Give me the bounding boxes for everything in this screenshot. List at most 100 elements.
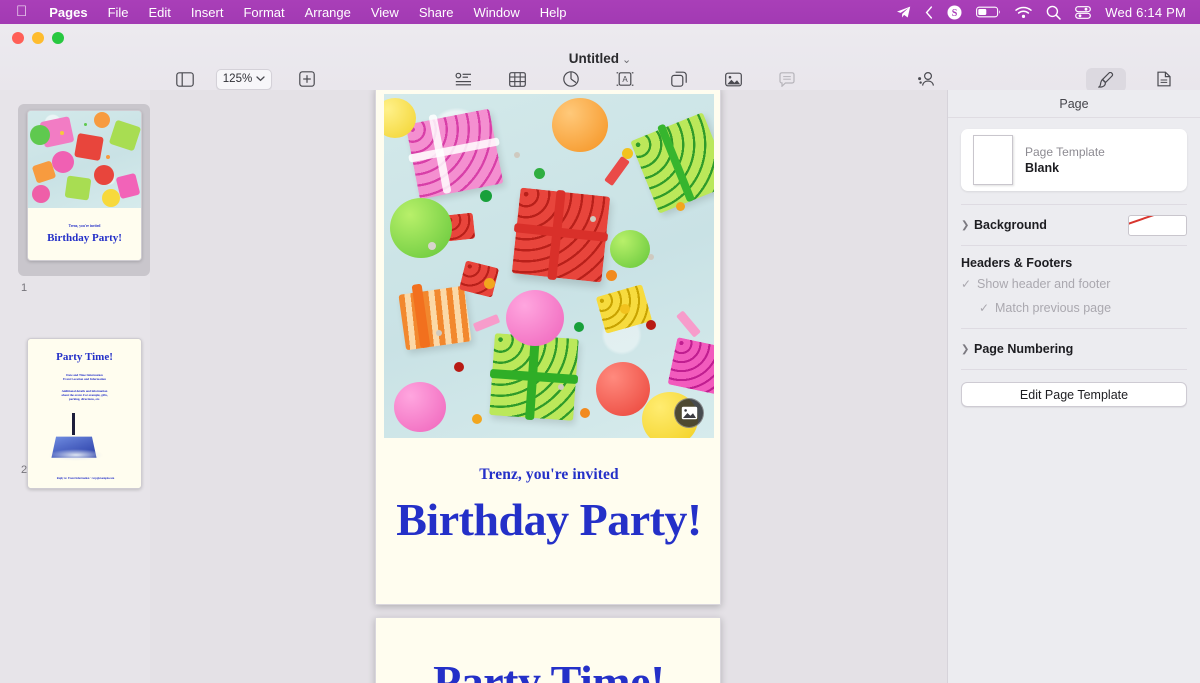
zoom-icon: 125% xyxy=(216,68,272,90)
show-header-footer-label: Show header and footer xyxy=(977,277,1110,291)
zoom-value: 125% xyxy=(223,73,252,85)
page-template-card[interactable]: Page Template Blank xyxy=(961,129,1187,191)
menu-item-share[interactable]: Share xyxy=(409,5,464,20)
thumbnail-page-2-footer: Reply to: Event Information · rsvp@examp… xyxy=(28,477,142,480)
thumbnail-page-1-title: Birthday Party! xyxy=(47,232,122,244)
add-page-icon xyxy=(299,68,315,90)
svg-text:S: S xyxy=(952,8,958,19)
table-icon xyxy=(509,68,526,90)
window-controls xyxy=(12,32,64,44)
document-title-text: Untitled xyxy=(569,51,619,66)
pages-window: Untitled⌄ View 125% Zoom xyxy=(0,24,1200,683)
menu-item-window[interactable]: Window xyxy=(464,5,530,20)
inspector-divider-1 xyxy=(961,204,1187,205)
text-icon: A xyxy=(616,68,634,90)
page-numbering-label: Page Numbering xyxy=(974,342,1073,356)
svg-text:A: A xyxy=(622,75,628,84)
chevron-right-icon[interactable]: ❯ xyxy=(961,220,974,231)
comment-icon xyxy=(779,68,795,90)
page-template-label: Page Template xyxy=(1025,145,1105,159)
image-placeholder-icon[interactable] xyxy=(674,398,704,428)
wifi-icon[interactable] xyxy=(1015,6,1032,19)
paintbrush-icon xyxy=(1086,68,1126,92)
document-canvas[interactable]: Trenz, you're invited Birthday Party! Pa… xyxy=(150,90,947,683)
checkmark-icon: ✓ xyxy=(961,277,977,291)
document-page-1[interactable]: Trenz, you're invited Birthday Party! xyxy=(375,90,721,605)
menu-item-pages[interactable]: Pages xyxy=(39,5,97,20)
thumbnail-page-2-number: 2 xyxy=(21,464,27,476)
menu-item-format[interactable]: Format xyxy=(233,5,294,20)
menu-item-help[interactable]: Help xyxy=(530,5,577,20)
chevron-down-icon xyxy=(256,76,265,82)
menu-bar:  Pages File Edit Insert Format Arrange … xyxy=(0,0,1200,24)
page-thumbnails-sidebar[interactable]: Trenz, you're invited Birthday Party! 1 … xyxy=(0,90,150,683)
edit-page-template-button[interactable]: Edit Page Template xyxy=(961,382,1187,407)
media-icon xyxy=(725,68,742,90)
inspector-divider-4 xyxy=(961,369,1187,370)
s-badge-icon[interactable]: S xyxy=(947,5,962,20)
thumbnail-page-1-text: Trenz, you're invited Birthday Party! xyxy=(28,208,141,260)
chart-icon xyxy=(563,68,579,90)
no-fill-slash-icon xyxy=(1128,215,1187,227)
inspector-header: Page xyxy=(948,90,1200,118)
party-time-title[interactable]: Party Time! xyxy=(433,658,665,683)
match-previous-page-checkbox[interactable]: ✓ Match previous page xyxy=(948,296,1200,320)
thumbnail-page-1-number: 1 xyxy=(21,282,27,294)
control-center-icon[interactable] xyxy=(1075,6,1091,19)
background-label: Background xyxy=(974,218,1047,232)
page-template-thumbnail xyxy=(973,135,1013,185)
menu-item-edit[interactable]: Edit xyxy=(139,5,181,20)
inspector-divider-2 xyxy=(961,245,1187,246)
chevron-right-icon[interactable]: ❯ xyxy=(961,344,974,355)
format-inspector-panel[interactable]: Page Page Template Blank ❯ Background He… xyxy=(947,90,1200,683)
thumbnail-page-1-photo xyxy=(28,111,141,208)
maximize-button[interactable] xyxy=(52,32,64,44)
document-icon xyxy=(1157,68,1171,90)
show-header-footer-checkbox[interactable]: ✓ Show header and footer xyxy=(948,272,1200,296)
collaborate-icon xyxy=(917,68,936,90)
sidebar-icon xyxy=(176,68,194,90)
page-numbering-row[interactable]: ❯ Page Numbering xyxy=(948,332,1200,366)
page-2-text-block[interactable]: Party Time! xyxy=(384,626,714,683)
insert-icon xyxy=(455,68,472,90)
apple-menu-icon[interactable]:  xyxy=(8,4,39,21)
zoom-dropdown[interactable]: 125% xyxy=(216,69,272,90)
thumbnail-page-1[interactable]: Trenz, you're invited Birthday Party! xyxy=(27,110,142,261)
page-1-image[interactable] xyxy=(384,94,714,438)
chevron-down-icon[interactable]: ⌄ xyxy=(622,54,631,66)
document-title[interactable]: Untitled⌄ xyxy=(0,51,1200,66)
menu-bar-clock[interactable]: Wed 6:14 PM xyxy=(1105,5,1186,20)
chevron-left-icon[interactable] xyxy=(925,6,933,19)
search-icon[interactable] xyxy=(1046,5,1061,20)
thumbnail-page-1-subtitle: Trenz, you're invited xyxy=(69,224,101,228)
background-row[interactable]: ❯ Background xyxy=(948,208,1200,242)
page-template-value: Blank xyxy=(1025,161,1105,175)
close-button[interactable] xyxy=(12,32,24,44)
battery-icon[interactable] xyxy=(976,6,1001,18)
match-previous-page-label: Match previous page xyxy=(995,301,1111,315)
menu-bar-status-area: S Wed 6:14 PM xyxy=(896,5,1192,20)
minimize-button[interactable] xyxy=(32,32,44,44)
menu-item-arrange[interactable]: Arrange xyxy=(295,5,361,20)
menu-item-file[interactable]: File xyxy=(98,5,139,20)
thumbnail-page-2-line5: parking, directions, etc. xyxy=(69,397,100,401)
thumbnail-page-2-candle xyxy=(72,413,75,435)
document-page-2[interactable]: Party Time! xyxy=(375,617,721,683)
inspector-divider-3 xyxy=(961,328,1187,329)
thumbnail-page-2[interactable]: Party Time! Date and Time Information Ev… xyxy=(27,338,142,489)
page-template-text: Page Template Blank xyxy=(1025,145,1105,175)
window-toolbar: Untitled⌄ View 125% Zoom xyxy=(0,24,1200,90)
headers-footers-section-label: Headers & Footers xyxy=(948,249,1200,272)
invitation-title[interactable]: Birthday Party! xyxy=(396,496,702,544)
checkmark-icon: ✓ xyxy=(979,301,995,315)
invitation-subtitle[interactable]: Trenz, you're invited xyxy=(479,466,618,484)
thumbnail-page-2-title: Party Time! xyxy=(56,351,113,363)
background-color-swatch[interactable] xyxy=(1128,215,1187,236)
thumbnail-page-2-content: Party Time! Date and Time Information Ev… xyxy=(28,339,141,488)
thumbnail-page-2-line2: Event Location and Information xyxy=(63,377,106,381)
telegram-send-icon[interactable] xyxy=(896,6,911,19)
menu-item-view[interactable]: View xyxy=(361,5,409,20)
menu-item-insert[interactable]: Insert xyxy=(181,5,234,20)
page-1-text-block[interactable]: Trenz, you're invited Birthday Party! xyxy=(384,438,714,598)
thumbnail-page-2-cake-shadow xyxy=(48,449,104,461)
